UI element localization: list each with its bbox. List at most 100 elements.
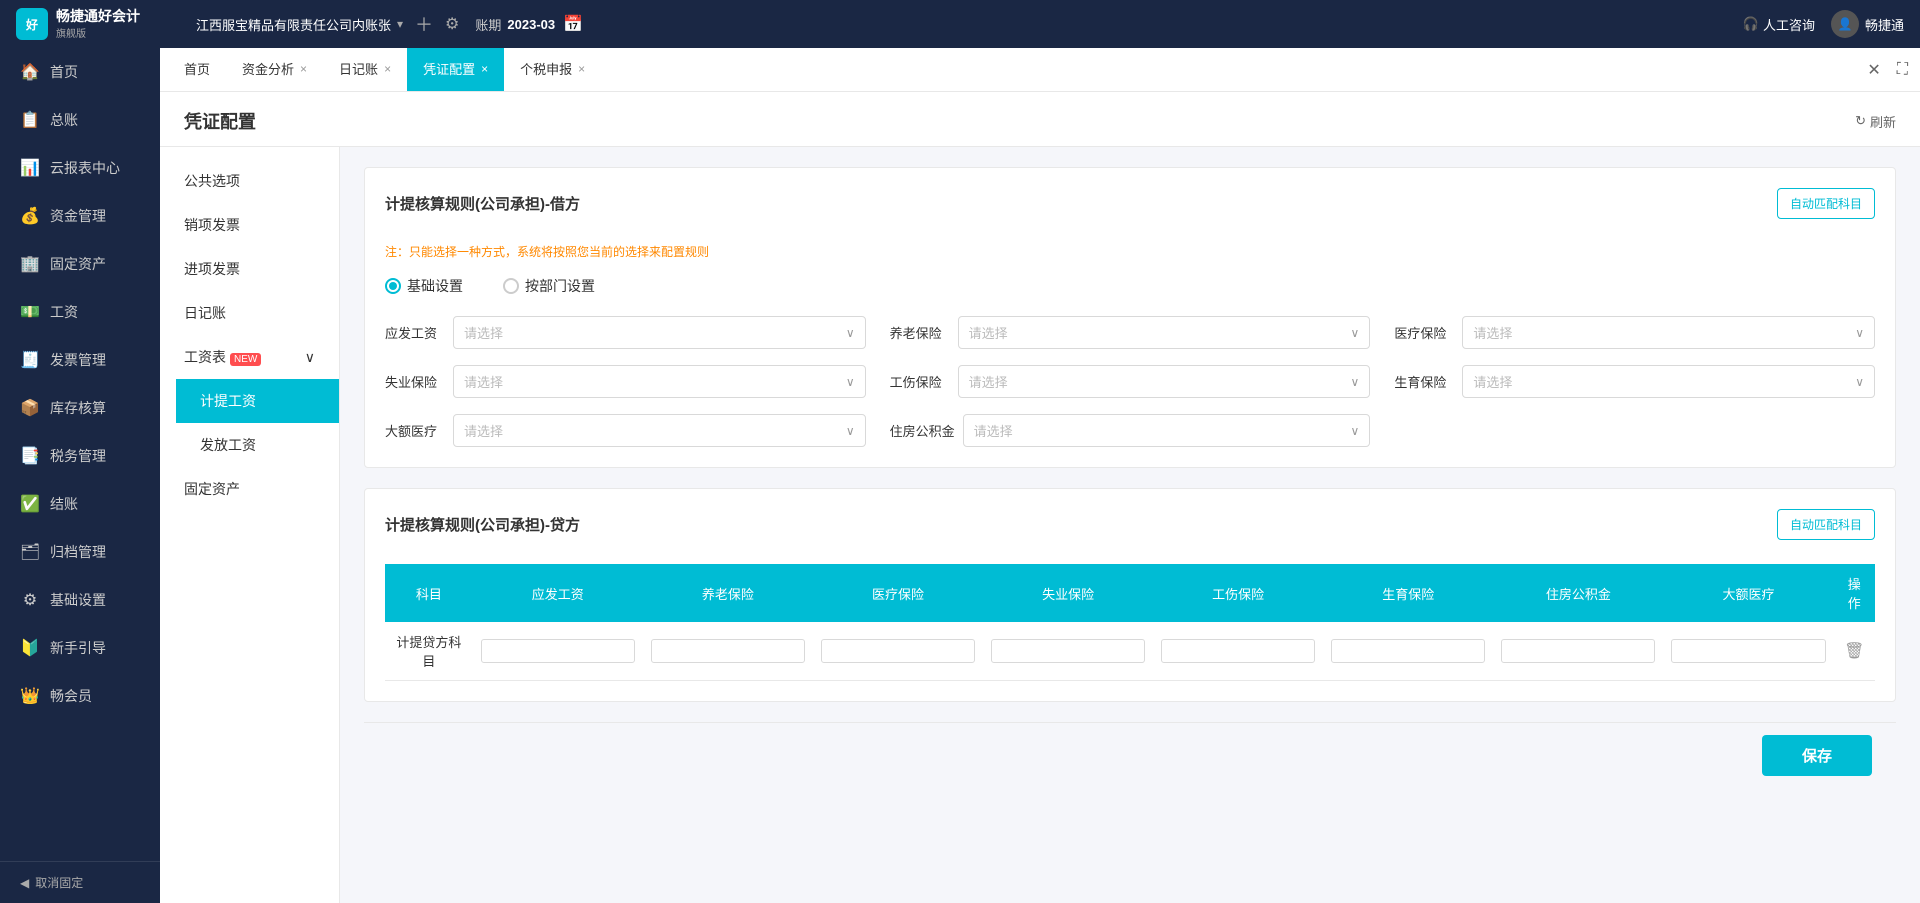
checkout-icon: ✅ [20,494,40,514]
save-button[interactable]: 保存 [1762,735,1872,776]
form-item-gross-salary: 应发工资 请选择 ∨ [385,316,866,349]
sidebar-item-fixed[interactable]: 🏢 固定资产 [0,240,160,288]
company-selector[interactable]: 江西服宝精品有限责任公司内账张 ▾ [196,15,403,34]
form-item-housing-fund: 住房公积金 请选择 ∨ [890,414,1371,447]
radio-dept[interactable]: 按部门设置 [503,276,595,296]
credit-auto-match-button[interactable]: 自动匹配科目 [1777,509,1875,540]
select-gross-salary[interactable]: 请选择 ∨ [453,316,866,349]
service-button[interactable]: 🎧 人工咨询 [1743,15,1815,34]
sidebar-label-ledger: 总账 [50,110,78,130]
main-layout: 🏠 首页 📋 总账 📊 云报表中心 💰 资金管理 🏢 固定资产 💵 工资 🧾 发… [0,48,1920,903]
input-injury[interactable] [1161,639,1315,663]
sidebar-item-home[interactable]: 🏠 首页 [0,48,160,96]
tab-bar: 首页 资金分析 × 日记账 × 凭证配置 × 个税申报 × ✕ ⛶ [160,48,1920,92]
select-housing-fund[interactable]: 请选择 ∨ [963,414,1371,447]
sidebar-label-inventory: 库存核算 [50,398,106,418]
sidebar-item-tax[interactable]: 📑 税务管理 [0,432,160,480]
member-icon: 👑 [20,686,40,706]
input-gross[interactable] [481,639,635,663]
sidebar-item-settings[interactable]: ⚙ 基础设置 [0,576,160,624]
select-maternity[interactable]: 请选择 ∨ [1462,365,1875,398]
tab-tax-close[interactable]: × [578,62,585,76]
tab-capital-close[interactable]: × [300,62,307,76]
content-area: 首页 资金分析 × 日记账 × 凭证配置 × 个税申报 × ✕ ⛶ [160,48,1920,903]
select-medical[interactable]: 请选择 ∨ [1462,316,1875,349]
company-name: 江西服宝精品有限责任公司内账张 [196,15,391,34]
user-area[interactable]: 👤 畅捷通 [1831,10,1904,38]
select-medical-placeholder: 请选择 [1473,323,1512,342]
sidebar-item-reports[interactable]: 📊 云报表中心 [0,144,160,192]
expand-arrow-icon: ∨ [305,349,315,366]
sidebar-label-settings: 基础设置 [50,590,106,610]
username: 畅捷通 [1865,15,1904,34]
close-tab-icon[interactable]: ✕ [1863,56,1884,84]
sidebar-item-member[interactable]: 👑 畅会员 [0,672,160,720]
avatar: 👤 [1831,10,1859,38]
cancel-fixed-label: 取消固定 [35,874,83,891]
sidebar-item-salary[interactable]: 💵 工资 [0,288,160,336]
th-pension: 养老保险 [643,564,813,622]
input-large-medical[interactable] [1671,639,1825,663]
nav-journal[interactable]: 日记账 [160,291,339,335]
two-panel: 公共选项 销项发票 进项发票 日记账 工资表NEW ∨ 计提工资 发放工资 固定… [160,147,1920,903]
refresh-icon: ↻ [1855,113,1866,129]
tab-home[interactable]: 首页 [168,48,226,91]
select-housing-fund-arrow: ∨ [1351,424,1360,438]
sidebar-item-archive[interactable]: 🗂 归档管理 [0,528,160,576]
tab-voucher-close[interactable]: × [481,62,488,76]
input-medical[interactable] [821,639,975,663]
sidebar-item-checkout[interactable]: ✅ 结账 [0,480,160,528]
select-pension[interactable]: 请选择 ∨ [958,316,1371,349]
form-item-pension: 养老保险 请选择 ∨ [890,316,1371,349]
input-unemployment[interactable] [991,639,1145,663]
settings-gear-icon[interactable]: ⚙ [445,14,459,34]
sidebar-item-inventory[interactable]: 📦 库存核算 [0,384,160,432]
nav-sales[interactable]: 销项发票 [160,203,339,247]
th-maternity: 生育保险 [1323,564,1493,622]
select-large-medical-arrow: ∨ [846,424,855,438]
nav-pay-salary[interactable]: 发放工资 [176,423,339,467]
select-injury[interactable]: 请选择 ∨ [958,365,1371,398]
sidebar-label-reports: 云报表中心 [50,158,120,178]
nav-fixed-assets[interactable]: 固定资产 [160,467,339,511]
cancel-fixed-button[interactable]: ◀ 取消固定 [0,861,160,903]
nav-sub: 计提工资 发放工资 [160,379,339,467]
form-item-maternity: 生育保险 请选择 ∨ [1394,365,1875,398]
tab-journal-close[interactable]: × [384,62,391,76]
input-pension[interactable] [651,639,805,663]
select-injury-placeholder: 请选择 [969,372,1008,391]
td-action: 🗑 [1834,622,1876,681]
select-unemployment[interactable]: 请选择 ∨ [453,365,866,398]
select-large-medical-placeholder: 请选择 [464,421,503,440]
page-title: 凭证配置 [184,108,256,134]
radio-dept-label: 按部门设置 [525,276,595,296]
expand-tab-icon[interactable]: ⛶ [1893,57,1912,83]
calendar-icon[interactable]: 📅 [563,14,583,34]
td-subject: 计提贷方科目 [385,622,473,681]
nav-public[interactable]: 公共选项 [160,159,339,203]
label-large-medical: 大额医疗 [385,421,445,440]
nav-purchase[interactable]: 进项发票 [160,247,339,291]
tab-tax[interactable]: 个税申报 × [504,48,601,91]
add-account-icon[interactable]: ＋ [415,11,433,37]
select-large-medical[interactable]: 请选择 ∨ [453,414,866,447]
sidebar-label-tax: 税务管理 [50,446,106,466]
debit-auto-match-button[interactable]: 自动匹配科目 [1777,188,1875,219]
tab-journal-label: 日记账 [339,59,378,78]
input-maternity[interactable] [1331,639,1485,663]
nav-advance-salary[interactable]: 计提工资 [176,379,339,423]
sidebar-item-guide[interactable]: 🔰 新手引导 [0,624,160,672]
sidebar-item-capital[interactable]: 💰 资金管理 [0,192,160,240]
tab-capital[interactable]: 资金分析 × [226,48,323,91]
refresh-button[interactable]: ↻ 刷新 [1855,112,1896,131]
tab-voucher[interactable]: 凭证配置 × [407,48,504,91]
delete-row-button[interactable]: 🗑 [1844,643,1864,660]
nav-salary-table[interactable]: 工资表NEW ∨ [160,335,339,379]
sidebar-item-invoice[interactable]: 🧾 发票管理 [0,336,160,384]
sidebar-label-salary: 工资 [50,302,78,322]
input-housing[interactable] [1501,639,1655,663]
radio-basic[interactable]: 基础设置 [385,276,463,296]
nav-salary-table-label: 工资表NEW [184,347,261,367]
sidebar-item-ledger[interactable]: 📋 总账 [0,96,160,144]
tab-journal[interactable]: 日记账 × [323,48,407,91]
